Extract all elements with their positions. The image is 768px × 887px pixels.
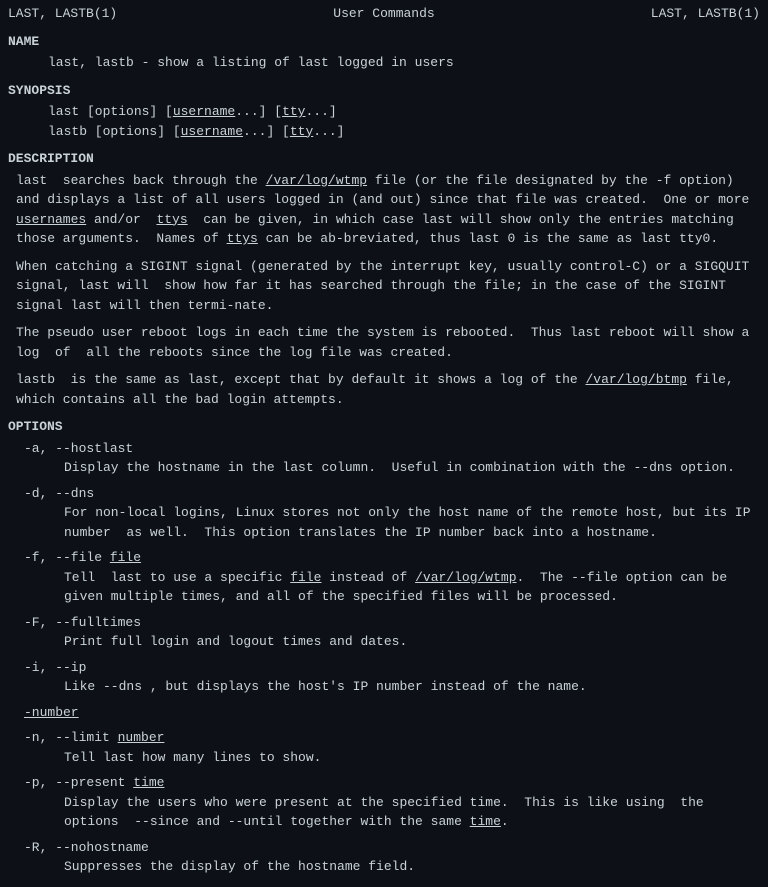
number-underline: -number <box>24 705 79 720</box>
option-present: -p, --present time Display the users who… <box>8 773 760 832</box>
ttys-ref: ttys <box>156 212 187 227</box>
synopsis-line2: lastb [options] [username...] [tty...] <box>8 122 760 142</box>
option-present-desc: Display the users who were present at th… <box>8 793 760 832</box>
description-section: DESCRIPTION last searches back through t… <box>8 149 760 409</box>
option-file: -f, --file file Tell last to use a speci… <box>8 548 760 607</box>
option-limit-flag: -n, --limit number <box>8 728 760 748</box>
option-limit: -n, --limit number Tell last how many li… <box>8 728 760 767</box>
synopsis-tty1: tty <box>282 104 305 119</box>
header-right: LAST, LASTB(1) <box>651 4 760 24</box>
name-section: NAME last, lastb - show a listing of las… <box>8 32 760 73</box>
file-arg: file <box>110 550 141 565</box>
synopsis-username2: username <box>181 124 243 139</box>
option-hostlast-desc: Display the hostname in the last column.… <box>8 458 760 478</box>
synopsis-line1: last [options] [username...] [tty...] <box>8 102 760 122</box>
option-dns-desc: For non-local logins, Linux stores not o… <box>8 503 760 542</box>
option-nohostname-desc: Suppresses the display of the hostname f… <box>8 857 760 877</box>
option-file-desc: Tell last to use a specific file instead… <box>8 568 760 607</box>
description-para1: last searches back through the /var/log/… <box>8 171 760 249</box>
option-dns: -d, --dns For non-local logins, Linux st… <box>8 484 760 543</box>
synopsis-section: SYNOPSIS last [options] [username...] [t… <box>8 81 760 142</box>
option-fulltimes-flag: -F, --fulltimes <box>8 613 760 633</box>
option-fulltimes-desc: Print full login and logout times and da… <box>8 632 760 652</box>
page-header: LAST, LASTB(1) User Commands LAST, LASTB… <box>8 4 760 24</box>
description-title: DESCRIPTION <box>8 149 760 169</box>
description-para3: The pseudo user reboot logs in each time… <box>8 323 760 362</box>
option-limit-desc: Tell last how many lines to show. <box>8 748 760 768</box>
option-nohostname: -R, --nohostname Suppresses the display … <box>8 838 760 877</box>
name-content: last, lastb - show a listing of last log… <box>8 53 760 73</box>
option-ip-flag: -i, --ip <box>8 658 760 678</box>
synopsis-tty2: tty <box>290 124 313 139</box>
time-ref: time <box>470 814 501 829</box>
option-hostlast-flag: -a, --hostlast <box>8 439 760 459</box>
options-title: OPTIONS <box>8 417 760 437</box>
option-dns-flag: -d, --dns <box>8 484 760 504</box>
header-center: User Commands <box>333 4 434 24</box>
file-ref: file <box>290 570 321 585</box>
name-title: NAME <box>8 32 760 52</box>
option-ip-desc: Like --dns , but displays the host's IP … <box>8 677 760 697</box>
options-word: options <box>64 814 119 829</box>
description-para2: When catching a SIGINT signal (generated… <box>8 257 760 316</box>
wtmp-path: /var/log/wtmp <box>266 173 367 188</box>
option-number-short-flag: -number <box>8 703 760 723</box>
time-arg: time <box>133 775 164 790</box>
usernames-ref: usernames <box>16 212 86 227</box>
option-present-flag: -p, --present time <box>8 773 760 793</box>
synopsis-username1: username <box>173 104 235 119</box>
ttys-ref2: ttys <box>227 231 258 246</box>
option-number-short: -number <box>8 703 760 723</box>
description-para4: lastb is the same as last, except that b… <box>8 370 760 409</box>
btmp-path: /var/log/btmp <box>586 372 687 387</box>
synopsis-title: SYNOPSIS <box>8 81 760 101</box>
number-arg: number <box>118 730 165 745</box>
option-fulltimes: -F, --fulltimes Print full login and log… <box>8 613 760 652</box>
header-left: LAST, LASTB(1) <box>8 4 117 24</box>
option-hostlast: -a, --hostlast Display the hostname in t… <box>8 439 760 478</box>
option-nohostname-flag: -R, --nohostname <box>8 838 760 858</box>
option-ip: -i, --ip Like --dns , but displays the h… <box>8 658 760 697</box>
option-file-flag: -f, --file file <box>8 548 760 568</box>
options-section: OPTIONS -a, --hostlast Display the hostn… <box>8 417 760 877</box>
wtmp-ref: /var/log/wtmp <box>415 570 516 585</box>
